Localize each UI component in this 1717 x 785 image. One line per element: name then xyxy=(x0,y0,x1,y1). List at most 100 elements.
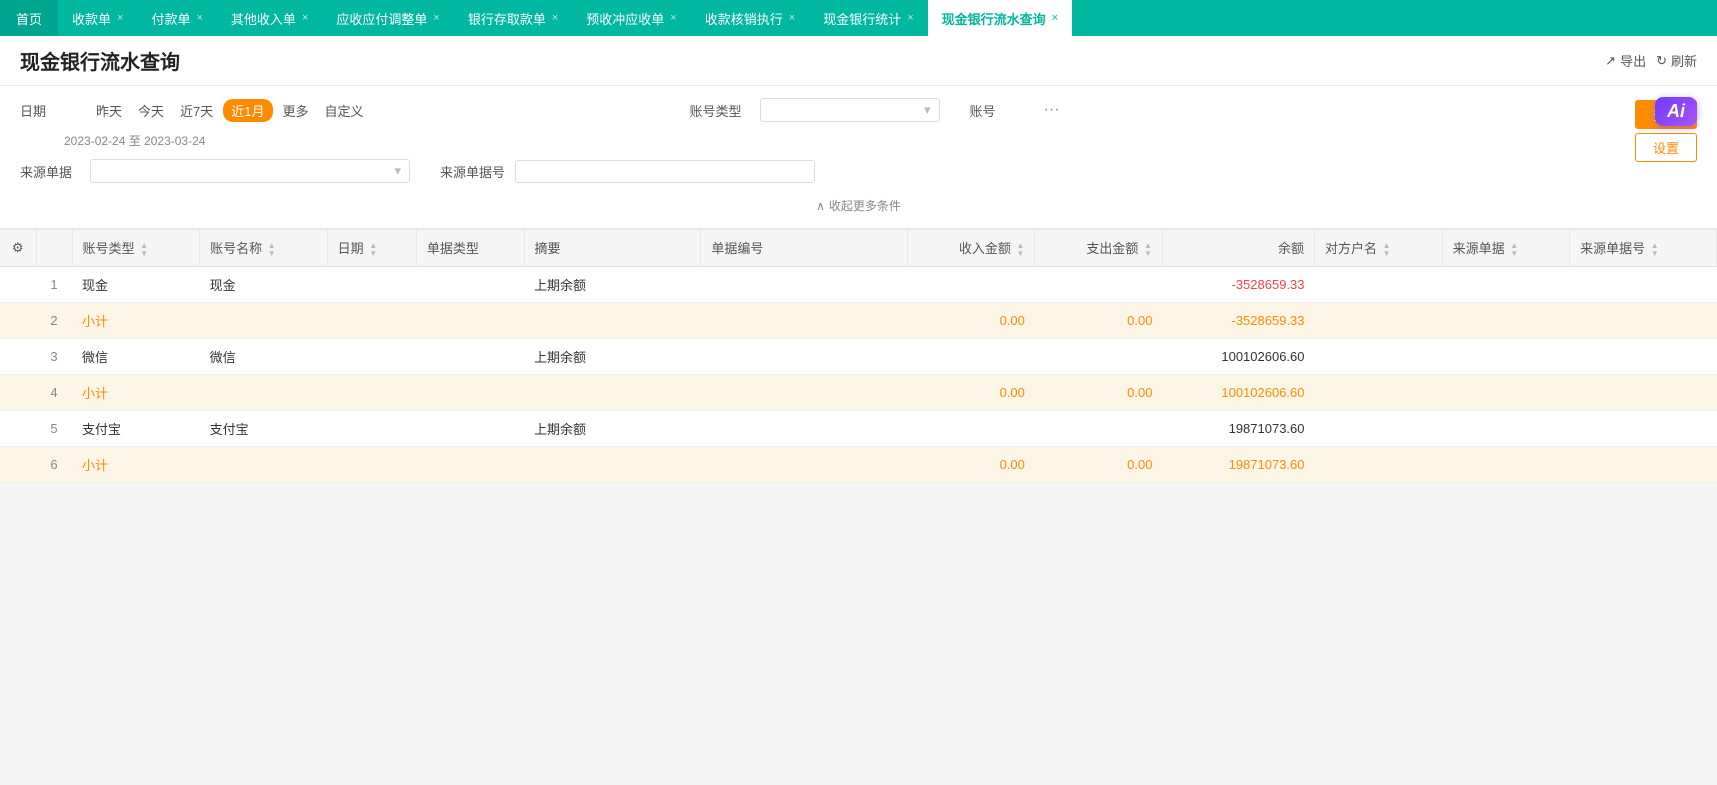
table-cell xyxy=(0,302,36,338)
nav-home[interactable]: 首页 xyxy=(0,0,58,36)
table-cell: -3528659.33 xyxy=(1162,266,1314,302)
export-icon: ↗ xyxy=(1605,53,1616,69)
table-cell xyxy=(701,410,907,446)
account-type-select[interactable]: ▾ xyxy=(760,98,940,122)
table-cell: 支付宝 xyxy=(72,410,200,446)
th-doc-no: 单据编号 xyxy=(701,230,907,267)
table-cell xyxy=(1315,446,1443,482)
nav-tab[interactable]: 付款单× xyxy=(137,0,216,36)
date-opt-7days[interactable]: 近7天 xyxy=(174,99,219,122)
th-account-type[interactable]: 账号类型 ▲▼ xyxy=(72,230,200,267)
table-cell xyxy=(416,374,524,410)
table-cell: 0.00 xyxy=(907,302,1035,338)
tab-close-icon[interactable]: × xyxy=(670,12,676,24)
filter-row-source: 来源单据 ▾ 来源单据号 xyxy=(20,159,1615,183)
table-cell: 100102606.60 xyxy=(1162,374,1314,410)
table-cell xyxy=(524,446,701,482)
date-opt-today[interactable]: 今天 xyxy=(132,99,170,122)
table-cell: 3 xyxy=(36,338,72,374)
th-account-name[interactable]: 账号名称 ▲▼ xyxy=(200,230,328,267)
table-cell: -3528659.33 xyxy=(1162,302,1314,338)
th-source-doc-no[interactable]: 来源单据号 ▲▼ xyxy=(1570,230,1717,267)
date-opt-more[interactable]: 更多 xyxy=(277,99,315,122)
source-doc-select[interactable]: ▾ xyxy=(90,159,410,183)
date-label: 日期 xyxy=(20,101,80,120)
table-cell xyxy=(327,266,416,302)
table-cell xyxy=(1035,266,1163,302)
table-cell xyxy=(701,302,907,338)
table-cell xyxy=(1570,338,1717,374)
tab-close-icon[interactable]: × xyxy=(789,12,795,24)
collapse-bar[interactable]: ∧ 收起更多条件 xyxy=(20,193,1697,222)
nav-tab[interactable]: 收款核销执行× xyxy=(691,0,809,36)
account-ellipsis[interactable]: ··· xyxy=(1040,101,1064,119)
table-cell: 0.00 xyxy=(1035,302,1163,338)
table-cell xyxy=(1315,374,1443,410)
tab-close-icon[interactable]: × xyxy=(433,12,439,24)
table-cell: 2 xyxy=(36,302,72,338)
chevron-down-icon-2: ▾ xyxy=(394,163,401,179)
nav-tab[interactable]: 其他收入单× xyxy=(217,0,322,36)
nav-tab[interactable]: 现金银行流水查询× xyxy=(928,0,1072,36)
export-button[interactable]: ↗ 导出 xyxy=(1605,51,1646,70)
source-doc-label: 来源单据 xyxy=(20,162,80,181)
nav-tab[interactable]: 收款单× xyxy=(58,0,137,36)
ai-badge[interactable]: Ai xyxy=(1655,97,1697,126)
th-income[interactable]: 收入金额 ▲▼ xyxy=(907,230,1035,267)
table-row: 2小计0.000.00-3528659.33 xyxy=(0,302,1717,338)
tab-close-icon[interactable]: × xyxy=(302,12,308,24)
table-cell: 小计 xyxy=(72,446,200,482)
table-cell: 1 xyxy=(36,266,72,302)
th-counterpart[interactable]: 对方户名 ▲▼ xyxy=(1315,230,1443,267)
th-gear[interactable]: ⚙ xyxy=(0,230,36,267)
table-cell: 0.00 xyxy=(1035,446,1163,482)
table-cell xyxy=(1315,302,1443,338)
date-opt-1month[interactable]: 近1月 xyxy=(223,99,272,122)
nav-tab[interactable]: 预收冲应收单× xyxy=(572,0,690,36)
date-opt-yesterday[interactable]: 昨天 xyxy=(90,99,128,122)
table-row: 4小计0.000.00100102606.60 xyxy=(0,374,1717,410)
nav-tab[interactable]: 应收应付调整单× xyxy=(322,0,453,36)
table-cell xyxy=(327,446,416,482)
table-cell xyxy=(327,302,416,338)
table-cell xyxy=(1570,410,1717,446)
table-cell: 6 xyxy=(36,446,72,482)
table-row: 6小计0.000.0019871073.60 xyxy=(0,446,1717,482)
th-expense[interactable]: 支出金额 ▲▼ xyxy=(1035,230,1163,267)
account-type-label: 账号类型 xyxy=(690,101,750,120)
tab-close-icon[interactable]: × xyxy=(117,12,123,24)
table-cell: 4 xyxy=(36,374,72,410)
table-row: 5支付宝支付宝上期余额19871073.60 xyxy=(0,410,1717,446)
table-cell: 小计 xyxy=(72,302,200,338)
table-cell: 上期余额 xyxy=(524,338,701,374)
table-container: ⚙ 账号类型 ▲▼ 账号名称 ▲▼ 日期 ▲▼ 单据类型 摘要 单据编号 收入金… xyxy=(0,229,1717,483)
tab-close-icon[interactable]: × xyxy=(196,12,202,24)
table-cell xyxy=(416,446,524,482)
refresh-button[interactable]: ↻ 刷新 xyxy=(1656,51,1697,70)
table-cell: 支付宝 xyxy=(200,410,328,446)
tab-close-icon[interactable]: × xyxy=(552,12,558,24)
table-cell xyxy=(701,338,907,374)
header-actions: ↗ 导出 ↻ 刷新 xyxy=(1605,51,1697,70)
table-cell: 微信 xyxy=(72,338,200,374)
th-source-doc[interactable]: 来源单据 ▲▼ xyxy=(1442,230,1570,267)
tab-close-icon[interactable]: × xyxy=(907,12,913,24)
table-cell xyxy=(327,410,416,446)
source-doc-num-input[interactable] xyxy=(515,160,815,183)
tab-close-icon[interactable]: × xyxy=(1052,12,1058,24)
table-cell xyxy=(907,266,1035,302)
nav-tab[interactable]: 银行存取款单× xyxy=(454,0,572,36)
th-doc-type: 单据类型 xyxy=(416,230,524,267)
th-row-num xyxy=(36,230,72,267)
date-opt-custom[interactable]: 自定义 xyxy=(319,99,370,122)
th-date[interactable]: 日期 ▲▼ xyxy=(327,230,416,267)
table-cell xyxy=(1442,446,1570,482)
nav-tab[interactable]: 现金银行统计× xyxy=(809,0,927,36)
table-cell xyxy=(0,338,36,374)
table-cell: 19871073.60 xyxy=(1162,446,1314,482)
table-cell xyxy=(1315,338,1443,374)
table-cell xyxy=(907,410,1035,446)
account-label: 账号 xyxy=(970,101,1030,120)
settings-button[interactable]: 设置 xyxy=(1635,133,1697,162)
table-cell xyxy=(1442,374,1570,410)
